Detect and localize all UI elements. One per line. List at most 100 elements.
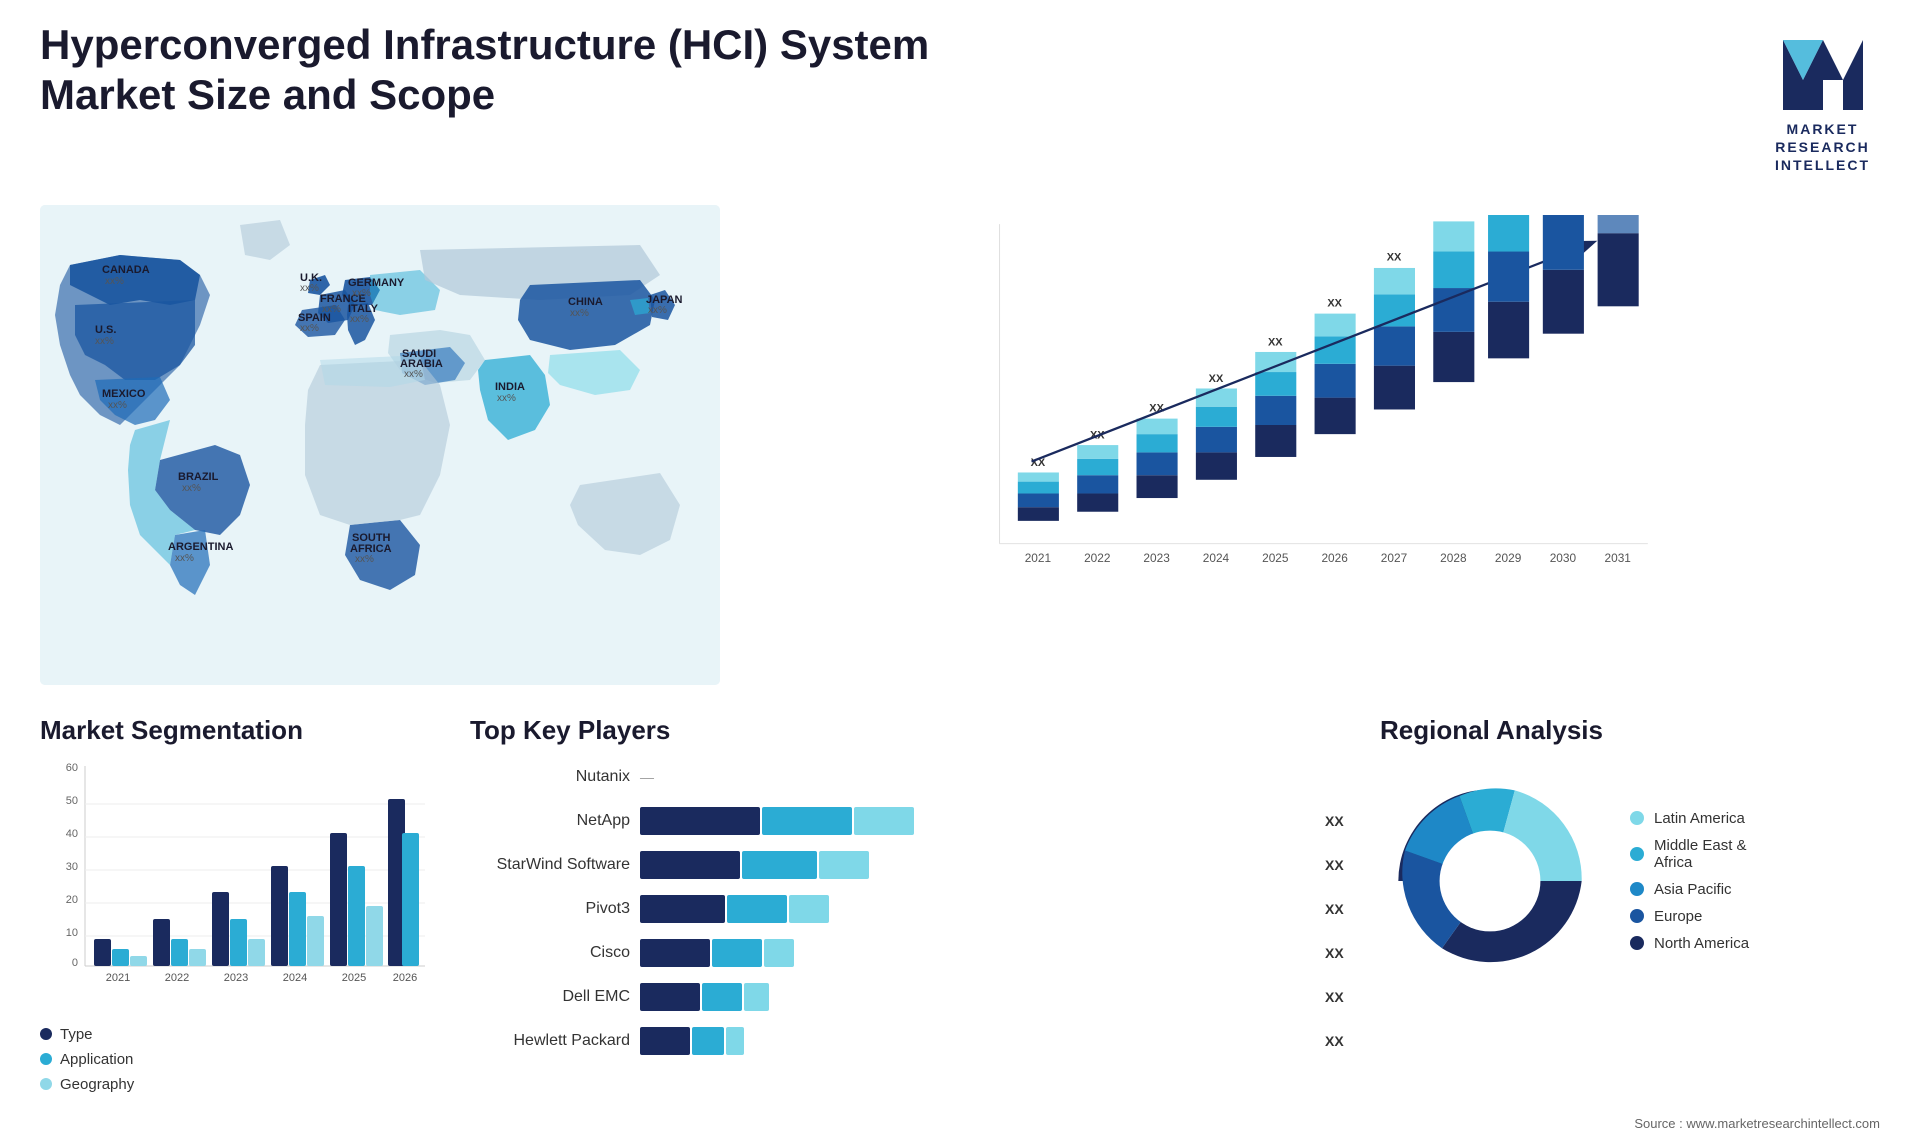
player-value-netapp: XX — [1325, 813, 1350, 829]
legend-dot-application — [40, 1053, 52, 1065]
player-bar-dell-emc: XX — [640, 981, 1350, 1013]
player-cisco: Cisco XX — [470, 937, 1350, 969]
svg-text:2030: 2030 — [1550, 551, 1577, 565]
svg-text:0: 0 — [72, 957, 78, 969]
header: Hyperconverged Infrastructure (HCI) Syst… — [40, 20, 1880, 185]
dot-europe — [1630, 909, 1644, 923]
players-section: Top Key Players Nutanix — NetApp — [470, 715, 1350, 1093]
player-dell-emc: Dell EMC XX — [470, 981, 1350, 1013]
world-map: CANADA xx% U.S. xx% MEXICO xx% BRAZIL xx… — [40, 205, 720, 685]
player-bar-nutanix: — — [640, 761, 1350, 793]
players-title: Top Key Players — [470, 715, 1350, 746]
legend-application: Application — [40, 1051, 440, 1068]
svg-text:xx%: xx% — [350, 314, 369, 325]
svg-text:XX: XX — [1209, 373, 1224, 385]
svg-text:BRAZIL: BRAZIL — [178, 471, 219, 483]
svg-text:xx%: xx% — [300, 323, 319, 334]
segmentation-legend: Type Application Geography — [40, 1026, 440, 1093]
bar-seg3 — [854, 807, 914, 835]
player-hewlett-packard: Hewlett Packard XX — [470, 1025, 1350, 1057]
svg-text:2027: 2027 — [1381, 551, 1407, 565]
legend-latin-america: Latin America — [1630, 810, 1749, 827]
player-bar-netapp: XX — [640, 805, 1350, 837]
svg-text:xx%: xx% — [95, 336, 114, 347]
legend-dot-type — [40, 1028, 52, 1040]
regional-legend: Latin America Middle East &Africa Asia P… — [1630, 810, 1749, 952]
svg-text:XX: XX — [1268, 336, 1283, 348]
player-name-starwind: StarWind Software — [470, 856, 630, 874]
donut-chart — [1380, 771, 1600, 991]
bar-seg2 — [762, 807, 852, 835]
legend-north-america: North America — [1630, 935, 1749, 952]
svg-text:xx%: xx% — [648, 305, 667, 316]
svg-text:2021: 2021 — [106, 972, 130, 984]
regional-title: Regional Analysis — [1380, 715, 1880, 746]
player-name-pivot3: Pivot3 — [470, 900, 630, 918]
growth-chart: XX 2021 XX 2022 — [760, 215, 1860, 635]
player-netapp: NetApp XX — [470, 805, 1350, 837]
player-nutanix: Nutanix — — [470, 761, 1350, 793]
svg-text:50: 50 — [66, 795, 78, 807]
segmentation-chart: 60 50 40 30 20 10 0 — [40, 761, 440, 1011]
player-starwind: StarWind Software XX — [470, 849, 1350, 881]
players-list: Nutanix — NetApp — [470, 761, 1350, 1057]
segmentation-title: Market Segmentation — [40, 715, 440, 746]
player-value-cisco: XX — [1325, 945, 1350, 961]
svg-text:2021: 2021 — [1025, 551, 1052, 565]
svg-text:xx%: xx% — [175, 553, 194, 564]
svg-text:xx%: xx% — [105, 276, 124, 287]
svg-text:xx%: xx% — [352, 288, 371, 299]
svg-text:MEXICO: MEXICO — [102, 388, 146, 400]
player-pivot3: Pivot3 XX — [470, 893, 1350, 925]
player-name-dell-emc: Dell EMC — [470, 988, 630, 1006]
svg-text:XX: XX — [1446, 215, 1461, 218]
bar-seg1 — [640, 807, 760, 835]
svg-text:2022: 2022 — [1084, 551, 1110, 565]
legend-type: Type — [40, 1026, 440, 1043]
bottom-sections: Market Segmentation 60 50 40 30 20 10 0 — [40, 705, 1880, 1093]
svg-text:2026: 2026 — [393, 972, 417, 984]
svg-text:INDIA: INDIA — [495, 381, 525, 393]
svg-text:2029: 2029 — [1495, 551, 1522, 565]
svg-text:2025: 2025 — [342, 972, 366, 984]
legend-asia-pacific: Asia Pacific — [1630, 881, 1749, 898]
player-value-hewlett-packard: XX — [1325, 1033, 1350, 1049]
main-content: CANADA xx% U.S. xx% MEXICO xx% BRAZIL xx… — [40, 205, 1880, 1093]
legend-geography: Geography — [40, 1076, 440, 1093]
svg-text:10: 10 — [66, 927, 78, 939]
logo-text: MARKET RESEARCH INTELLECT — [1775, 120, 1870, 175]
svg-text:2028: 2028 — [1440, 551, 1467, 565]
growth-chart-section: XX 2021 XX 2022 — [740, 205, 1880, 685]
svg-text:xx%: xx% — [108, 400, 127, 411]
svg-text:XX: XX — [1327, 297, 1342, 309]
svg-text:30: 30 — [66, 861, 78, 873]
page-container: Hyperconverged Infrastructure (HCI) Syst… — [0, 0, 1920, 1146]
logo-icon — [1778, 30, 1868, 120]
legend-europe: Europe — [1630, 908, 1749, 925]
source-text: Source : www.marketresearchintellect.com — [1634, 1116, 1880, 1131]
player-bar-pivot3: XX — [640, 893, 1350, 925]
svg-text:2024: 2024 — [1203, 551, 1230, 565]
player-name-nutanix: Nutanix — [470, 768, 630, 786]
player-value-dell-emc: XX — [1325, 989, 1350, 1005]
player-bar-starwind: XX — [640, 849, 1350, 881]
svg-text:2025: 2025 — [1262, 551, 1289, 565]
svg-text:2031: 2031 — [1605, 551, 1632, 565]
svg-text:2023: 2023 — [1143, 551, 1170, 565]
svg-text:xx%: xx% — [497, 393, 516, 404]
player-value-pivot3: XX — [1325, 901, 1350, 917]
donut-container: Latin America Middle East &Africa Asia P… — [1380, 771, 1880, 991]
svg-text:XX: XX — [1387, 251, 1402, 263]
player-bar-cisco: XX — [640, 937, 1350, 969]
dot-latin-america — [1630, 811, 1644, 825]
player-value-starwind: XX — [1325, 857, 1350, 873]
map-section: CANADA xx% U.S. xx% MEXICO xx% BRAZIL xx… — [40, 205, 720, 685]
svg-text:xx%: xx% — [300, 283, 319, 294]
svg-text:CANADA: CANADA — [102, 264, 150, 276]
page-title: Hyperconverged Infrastructure (HCI) Syst… — [40, 20, 940, 121]
player-bar-hewlett-packard: XX — [640, 1025, 1350, 1057]
legend-middle-east-africa: Middle East &Africa — [1630, 837, 1749, 871]
svg-text:CHINA: CHINA — [568, 296, 603, 308]
dot-middle-east-africa — [1630, 847, 1644, 861]
legend-dot-geography — [40, 1078, 52, 1090]
